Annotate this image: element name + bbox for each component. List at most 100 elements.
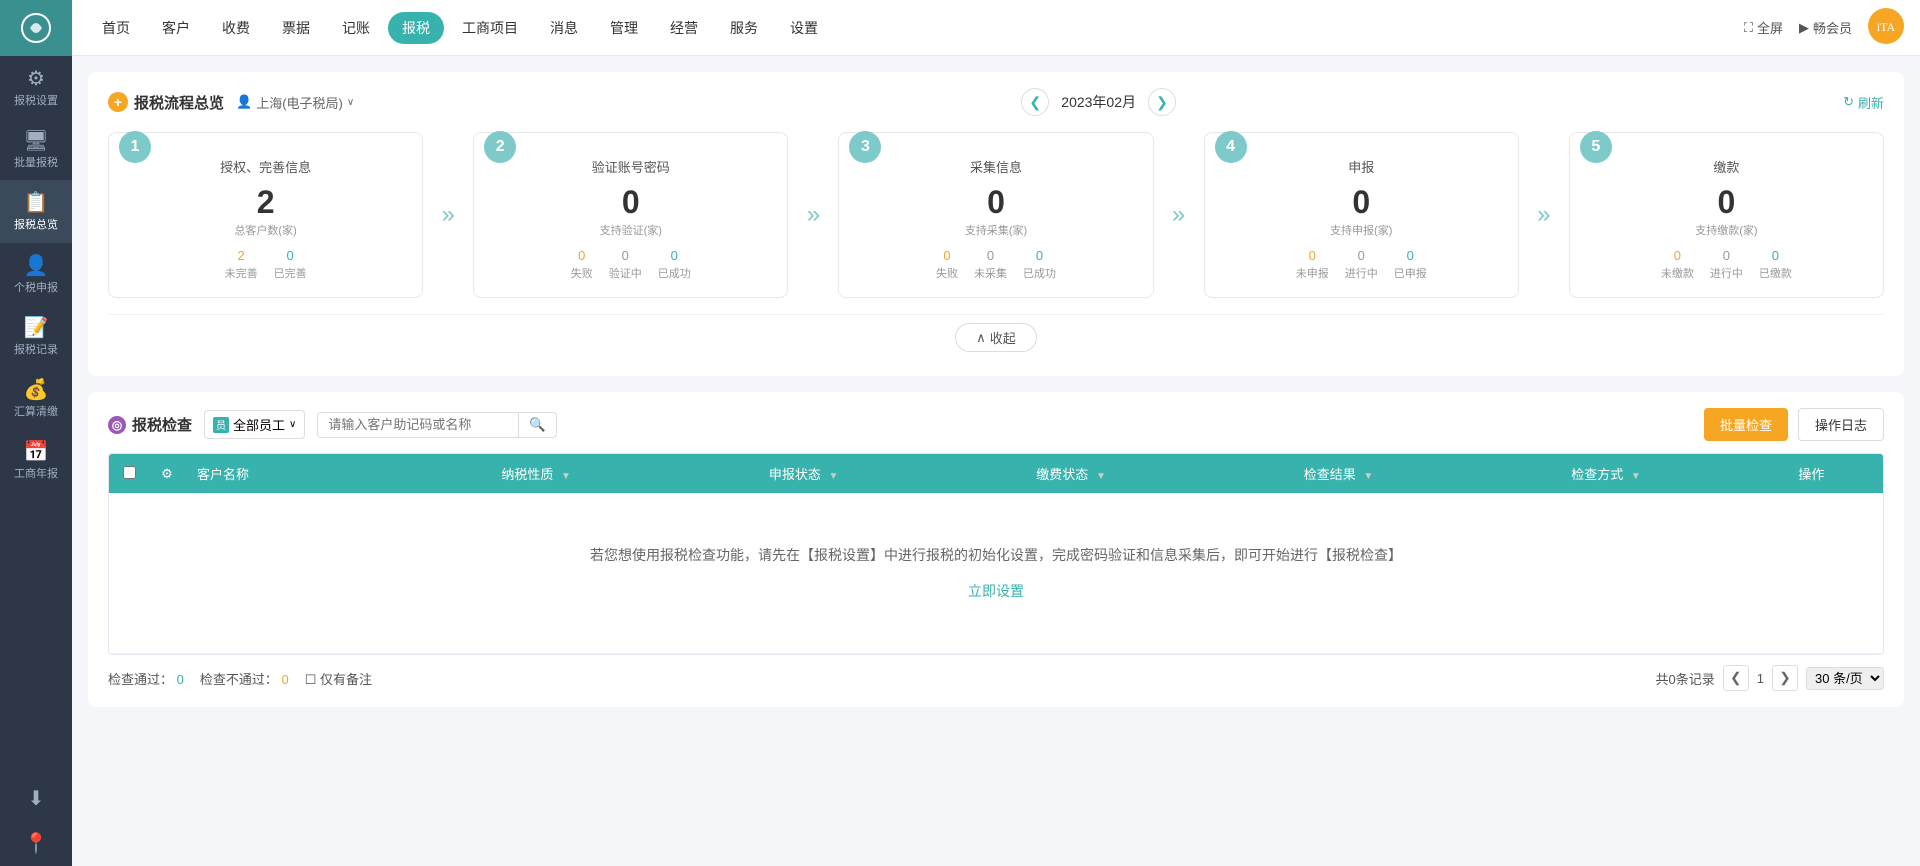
- location-selector[interactable]: 👤 上海(电子税局) ∨: [236, 93, 354, 112]
- empty-row: 若您想使用报税检查功能，请先在【报税设置】中进行报税的初始化设置，完成密码验证和…: [109, 493, 1883, 654]
- member-btn[interactable]: ▶ 畅会员: [1799, 18, 1852, 37]
- fail-stat: 检查不通过： 0: [200, 669, 289, 688]
- nav-services[interactable]: 服务: [716, 12, 772, 44]
- check-method-filter-icon[interactable]: ▼: [1631, 471, 1641, 482]
- sidebar-item-batch-tax[interactable]: 🖥 批量报税: [0, 118, 72, 180]
- step-3-stat-2[interactable]: 0 已成功: [1023, 248, 1056, 281]
- sidebar-item-annual-report[interactable]: 📅 工商年报: [0, 429, 72, 491]
- flow-card-header: + 报税流程总览 👤 上海(电子税局) ∨ ❮ 2023年02月 ❯ ↻ 刷新: [108, 88, 1884, 116]
- step-5-stat-0[interactable]: 0 未缴款: [1661, 248, 1694, 281]
- search-button[interactable]: 🔍: [518, 413, 556, 437]
- step-3-title: 采集信息: [970, 157, 1022, 176]
- nav-home[interactable]: 首页: [88, 12, 144, 44]
- step-2-stats: 0 失败 0 验证中 0 已成功: [571, 248, 691, 281]
- step-1-stat-0[interactable]: 2 未完善: [225, 248, 258, 281]
- batch-check-button[interactable]: 批量检查: [1704, 408, 1788, 441]
- check-table: ⚙ 客户名称 纳税性质 ▼ 申报状态 ▼: [109, 454, 1883, 654]
- setup-link[interactable]: 立即设置: [968, 583, 1024, 599]
- step-2-count: 0: [622, 186, 640, 218]
- arrow-2: »: [788, 201, 838, 229]
- avatar[interactable]: iTA: [1868, 8, 1904, 47]
- header-gear: ⚙: [149, 454, 185, 493]
- prev-page-btn[interactable]: ❮: [1723, 665, 1749, 691]
- report-status-filter-icon[interactable]: ▼: [828, 471, 838, 482]
- tax-check-section: ◎ 报税检查 员 全部员工 ∨ 🔍 批量检查 操作日志: [88, 392, 1904, 707]
- nav-invoices[interactable]: 票据: [268, 12, 324, 44]
- fullscreen-btn[interactable]: ⛶ 全屏: [1744, 18, 1783, 37]
- step-3-stat-1[interactable]: 0 未采集: [974, 248, 1007, 281]
- step-5-card: 5 缴款 0 支持缴款(家) 0 未缴款 0 进行中: [1569, 132, 1884, 298]
- step-5-subtitle: 支持缴款(家): [1695, 222, 1757, 238]
- next-month-btn[interactable]: ❯: [1148, 88, 1176, 116]
- nav-settings[interactable]: 设置: [776, 12, 832, 44]
- sidebar-item-individual-report-label: 个税申报: [14, 282, 58, 295]
- operation-log-button[interactable]: 操作日志: [1798, 408, 1884, 441]
- step-1-card: 1 授权、完善信息 2 总客户数(家) 2 未完善 0 已完善: [108, 132, 423, 298]
- location-person-icon: 👤: [236, 94, 252, 110]
- per-page-select[interactable]: 30 条/页: [1806, 667, 1884, 690]
- footer-right: 共0条记录 ❮ 1 ❯ 30 条/页: [1656, 665, 1884, 691]
- step-3-stat-0[interactable]: 0 失败: [936, 248, 958, 281]
- nav-operations[interactable]: 经营: [656, 12, 712, 44]
- app-logo[interactable]: [0, 0, 72, 56]
- refresh-btn[interactable]: ↻ 刷新: [1843, 93, 1884, 112]
- step-5-stat-1[interactable]: 0 进行中: [1710, 248, 1743, 281]
- step-4-card: 4 申报 0 支持申报(家) 0 未申报 0 进行中: [1204, 132, 1519, 298]
- step-3-number: 3: [849, 131, 881, 163]
- nav-tax[interactable]: 报税: [388, 12, 444, 44]
- step-2-stat-2[interactable]: 0 已成功: [658, 248, 691, 281]
- header-check-method: 检查方式 ▼: [1472, 454, 1739, 493]
- refresh-icon: ↻: [1843, 94, 1854, 110]
- sidebar-item-download[interactable]: ⬇: [0, 776, 72, 821]
- check-title-icon: ◎: [108, 416, 126, 434]
- step-4-stat-0[interactable]: 0 未申报: [1296, 248, 1329, 281]
- arrow-3: »: [1154, 201, 1204, 229]
- search-input[interactable]: [318, 413, 518, 437]
- nav-accounting[interactable]: 记账: [328, 12, 384, 44]
- payment-status-filter-icon[interactable]: ▼: [1096, 471, 1106, 482]
- check-header: ◎ 报税检查 员 全部员工 ∨ 🔍 批量检查 操作日志: [108, 408, 1884, 441]
- header-tax-nature: 纳税性质 ▼: [402, 454, 669, 493]
- sidebar-item-tax-records[interactable]: 📝 报税记录: [0, 305, 72, 367]
- step-2-card: 2 验证账号密码 0 支持验证(家) 0 失败 0 验证中: [473, 132, 788, 298]
- next-page-btn[interactable]: ❯: [1772, 665, 1798, 691]
- step-1-number: 1: [119, 131, 151, 163]
- fail-count-link[interactable]: 0: [282, 672, 289, 687]
- step-2-stat-0[interactable]: 0 失败: [571, 248, 593, 281]
- topnav-items: 首页 客户 收费 票据 记账 报税 工商项目 消息 管理 经营 服务 设置: [88, 12, 1744, 44]
- sidebar-item-remittance[interactable]: 💰 汇算清缴: [0, 367, 72, 429]
- pass-count-link[interactable]: 0: [177, 672, 184, 687]
- check-result-filter-icon[interactable]: ▼: [1363, 471, 1373, 482]
- collapse-btn[interactable]: ∧ 收起: [955, 323, 1037, 352]
- flow-title: + 报税流程总览: [108, 92, 224, 113]
- sidebar-item-individual-report[interactable]: 👤 个税申报: [0, 243, 72, 305]
- step-2-stat-1[interactable]: 0 验证中: [609, 248, 642, 281]
- tax-records-icon: 📝: [24, 315, 49, 340]
- step-3-count: 0: [987, 186, 1005, 218]
- nav-fees[interactable]: 收费: [208, 12, 264, 44]
- nav-business[interactable]: 工商项目: [448, 12, 532, 44]
- staff-selector[interactable]: 员 全部员工 ∨: [204, 410, 305, 439]
- step-5-stat-2[interactable]: 0 已缴款: [1759, 248, 1792, 281]
- flow-overview-card: + 报税流程总览 👤 上海(电子税局) ∨ ❮ 2023年02月 ❯ ↻ 刷新: [88, 72, 1904, 376]
- step-3-stats: 0 失败 0 未采集 0 已成功: [936, 248, 1056, 281]
- step-1-stat-1[interactable]: 0 已完善: [274, 248, 307, 281]
- prev-month-btn[interactable]: ❮: [1021, 88, 1049, 116]
- step-4-stat-2[interactable]: 0 已申报: [1394, 248, 1427, 281]
- nav-messages[interactable]: 消息: [536, 12, 592, 44]
- tax-nature-filter-icon[interactable]: ▼: [561, 471, 571, 482]
- sidebar-item-tax-settings[interactable]: ⚙ 报税设置: [0, 56, 72, 118]
- step-5-count: 0: [1718, 186, 1736, 218]
- search-box: 🔍: [317, 412, 557, 438]
- sidebar-item-location[interactable]: 📍: [0, 821, 72, 866]
- select-all-checkbox[interactable]: [123, 466, 136, 479]
- step-4-stat-1[interactable]: 0 进行中: [1345, 248, 1378, 281]
- nav-client[interactable]: 客户: [148, 12, 204, 44]
- content: + 报税流程总览 👤 上海(电子税局) ∨ ❮ 2023年02月 ❯ ↻ 刷新: [72, 56, 1920, 866]
- check-header-right: 批量检查 操作日志: [1704, 408, 1884, 441]
- nav-management[interactable]: 管理: [596, 12, 652, 44]
- sidebar-item-tax-overview[interactable]: 📋 报税总览: [0, 180, 72, 242]
- location-chevron-icon: ∨: [347, 97, 354, 108]
- current-month: 2023年02月: [1061, 92, 1136, 112]
- step-5-title: 缴款: [1713, 157, 1739, 176]
